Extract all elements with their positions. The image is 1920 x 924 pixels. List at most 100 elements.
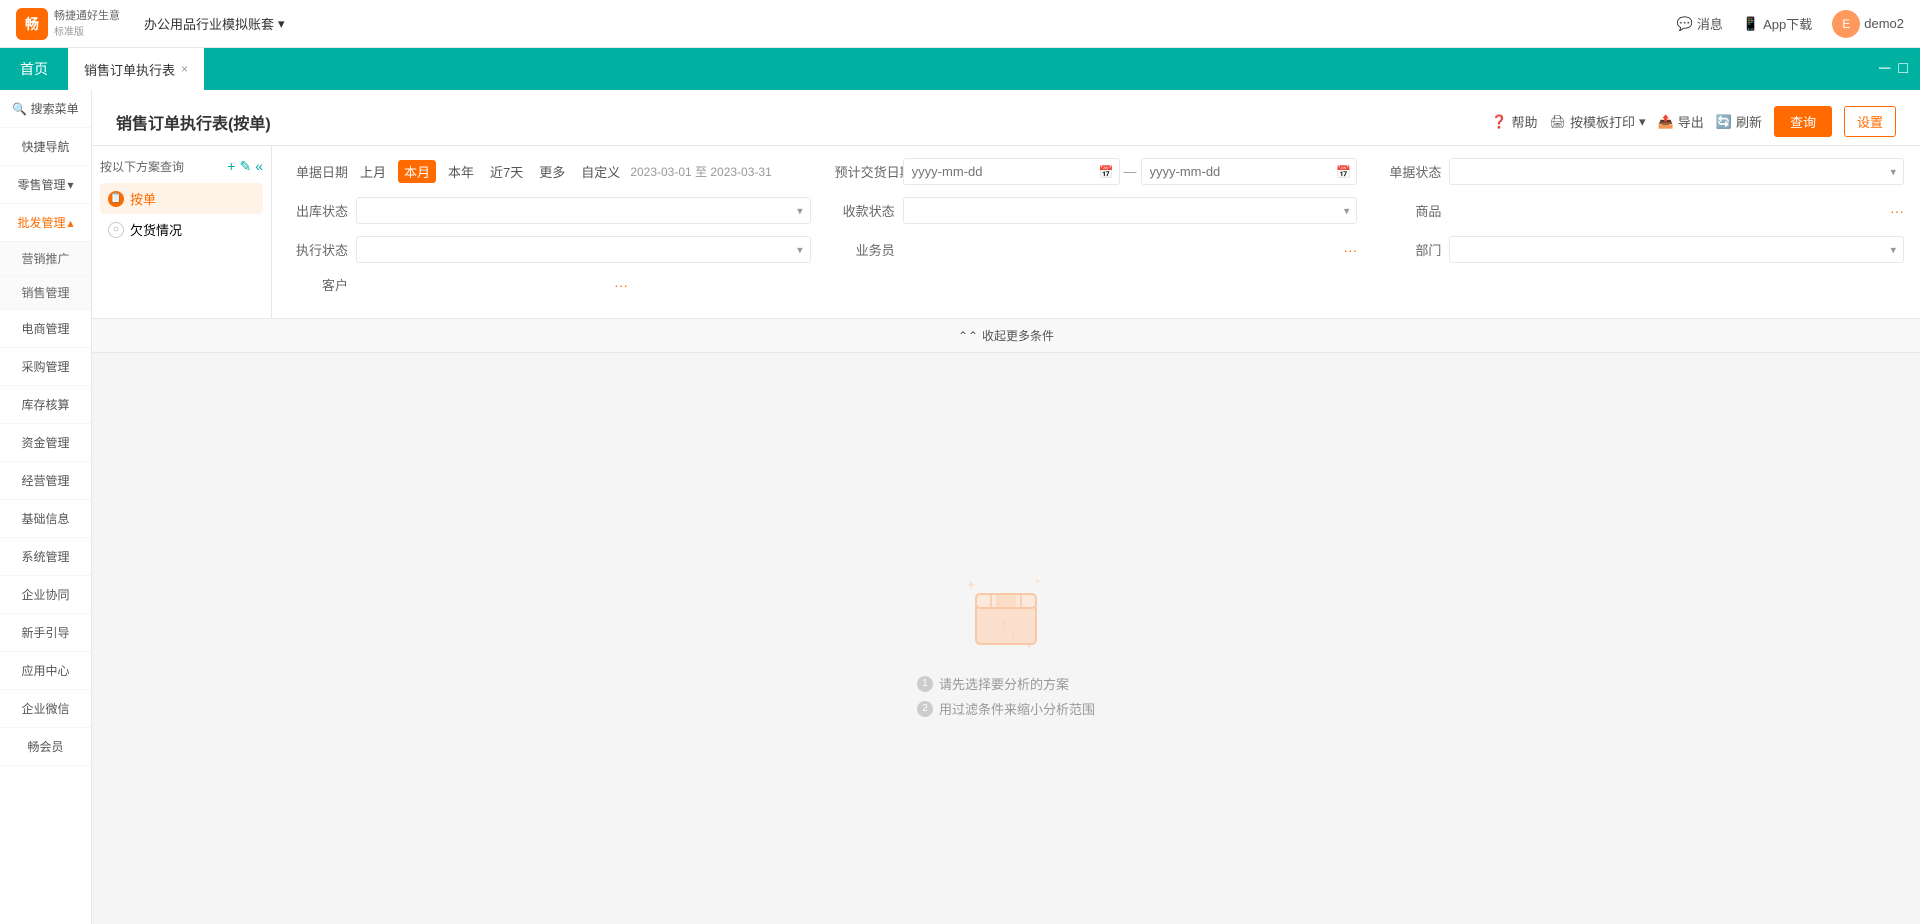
salesman-label: 业务员 (835, 240, 895, 259)
sidebar-item-wechat[interactable]: 企业微信 (0, 690, 91, 728)
settings-btn[interactable]: 设置 (1844, 106, 1896, 137)
customer-label: 客户 (288, 275, 348, 294)
download-btn[interactable]: 📱 App下载 (1743, 14, 1812, 33)
content-area: 销售订单执行表(按单) ❓ 帮助 🖨 按模板打印 ▾ 📤 导出 🔄 刷新 (92, 90, 1920, 924)
empty-state: ✦ ✦ ✦ ↑ ↑ 1 请先选择要分析的方案 2 用过滤条件来缩小分析范围 (92, 353, 1920, 924)
scheme-item-shortage-icon: ○ (108, 222, 124, 238)
download-icon: 📱 (1743, 16, 1759, 32)
field-forecast-date: 预计交货日期 📅 — 📅 (835, 158, 1358, 185)
receipt-select[interactable] (903, 197, 1358, 224)
svg-text:✦: ✦ (1034, 577, 1041, 586)
doc-status-select[interactable] (1449, 158, 1904, 185)
tab-close-icon[interactable]: × (181, 62, 188, 76)
field-dept: 部门 (1381, 236, 1904, 263)
sidebar-item-member[interactable]: 畅会员 (0, 728, 91, 766)
refresh-btn[interactable]: 🔄 刷新 (1716, 112, 1762, 131)
sidebar-search[interactable]: 🔍 搜索菜单 (0, 90, 91, 128)
search-label: 搜索菜单 (31, 102, 79, 116)
sidebar-item-ecommerce[interactable]: 电商管理 (0, 310, 91, 348)
goods-more-btn[interactable]: ··· (1890, 203, 1904, 219)
exec-status-select-wrap (356, 236, 811, 263)
filter-row-2: 出库状态 收款状态 (288, 197, 1904, 224)
tab-bar: 首页 销售订单执行表 × ─ □ (0, 48, 1920, 90)
sidebar-item-guide[interactable]: 新手引导 (0, 614, 91, 652)
sidebar-item-member-label: 畅会员 (27, 740, 63, 754)
app-title: 办公用品行业模拟账套 (144, 14, 274, 33)
add-scheme-btn[interactable]: + (227, 158, 235, 175)
outbound-select[interactable] (356, 197, 811, 224)
sidebar-item-purchase[interactable]: 采购管理 (0, 348, 91, 386)
sidebar-item-basics[interactable]: 基础信息 (0, 500, 91, 538)
sidebar-item-finance-label: 资金管理 (21, 436, 69, 450)
avatar: E (1832, 10, 1860, 38)
username: demo2 (1864, 16, 1904, 31)
sidebar-item-sales[interactable]: 销售管理 (0, 276, 91, 310)
date-tab-7days[interactable]: 近7天 (486, 160, 527, 183)
tab-active-label: 销售订单执行表 (84, 60, 175, 79)
sidebar-item-marketing[interactable]: 营销推广 (0, 242, 91, 276)
sidebar-item-system[interactable]: 系统管理 (0, 538, 91, 576)
date-tab-thisyear[interactable]: 本年 (444, 160, 478, 183)
sidebar-item-marketing-label: 营销推广 (21, 252, 69, 266)
field-goods: 商品 ··· (1381, 201, 1904, 220)
tab-maximize-btn[interactable]: □ (1898, 60, 1908, 78)
sidebar-item-appstore[interactable]: 应用中心 (0, 652, 91, 690)
outbound-select-wrap (356, 197, 811, 224)
edit-scheme-btn[interactable]: ✎ (239, 158, 251, 175)
filter-row-1: 单据日期 上月 本月 本年 近7天 更多 自定义 2023-03-01 至 20… (288, 158, 1904, 185)
query-btn[interactable]: 查询 (1774, 106, 1832, 137)
salesman-more-btn[interactable]: ··· (1343, 242, 1357, 258)
page-title: 销售订单执行表(按单) (116, 110, 271, 134)
sidebar-item-quicknav[interactable]: 快捷导航 (0, 128, 91, 166)
scheme-item-shortage[interactable]: ○ 欠货情况 (100, 214, 263, 245)
sidebar-item-finance[interactable]: 资金管理 (0, 424, 91, 462)
top-bar: 畅 畅捷通好生意 标准版 办公用品行业模拟账套 ▾ 💬 消息 📱 App下载 E… (0, 0, 1920, 48)
forecast-end-input[interactable] (1141, 158, 1358, 185)
customer-more-btn[interactable]: ··· (614, 277, 628, 293)
collapse-schemes-btn[interactable]: « (255, 158, 263, 175)
collapse-bar[interactable]: ⌃⌃ 收起更多条件 (92, 318, 1920, 353)
sidebar: 🔍 搜索菜单 快捷导航 零售管理 ▾ 批发管理 ▴ 营销推广 销售管理 电商管理… (0, 90, 92, 924)
logo-text-area: 畅捷通好生意 标准版 (54, 9, 120, 38)
sidebar-item-retail-label: 零售管理 (17, 176, 65, 193)
sidebar-item-retail[interactable]: 零售管理 ▾ (0, 166, 91, 204)
filter-scheme-title: 按以下方案查询 + ✎ « (100, 158, 263, 175)
scheme-item-order-icon: 📋 (108, 191, 124, 207)
sidebar-item-inventory[interactable]: 库存核算 (0, 386, 91, 424)
tip-num-1: 1 (917, 676, 933, 692)
dept-select[interactable] (1449, 236, 1904, 263)
sidebar-item-wholesale[interactable]: 批发管理 ▴ (0, 204, 91, 242)
app-selector[interactable]: 办公用品行业模拟账套 ▾ (144, 14, 285, 33)
sidebar-item-sales-label: 销售管理 (21, 286, 69, 300)
chevron-down-icon: ▾ (67, 178, 73, 192)
date-tab-more[interactable]: 更多 (535, 160, 569, 183)
export-label: 导出 (1678, 112, 1704, 131)
date-tab-thismonth[interactable]: 本月 (398, 160, 436, 183)
tab-active[interactable]: 销售订单执行表 × (68, 48, 204, 90)
scheme-item-order[interactable]: 📋 按单 (100, 183, 263, 214)
user-area[interactable]: E demo2 (1832, 10, 1904, 38)
filter-row-3: 执行状态 业务员 ··· (288, 236, 1904, 263)
sidebar-item-operations[interactable]: 经营管理 (0, 462, 91, 500)
date-tab-custom[interactable]: 自定义 (577, 160, 624, 183)
exec-status-label: 执行状态 (288, 240, 348, 259)
export-btn[interactable]: 📤 导出 (1658, 112, 1704, 131)
svg-text:✦: ✦ (1026, 642, 1033, 651)
forecast-start-input[interactable] (903, 158, 1120, 185)
message-btn[interactable]: 💬 消息 (1677, 14, 1723, 33)
page-header: 销售订单执行表(按单) ❓ 帮助 🖨 按模板打印 ▾ 📤 导出 🔄 刷新 (92, 90, 1920, 146)
tab-home[interactable]: 首页 (0, 48, 68, 90)
sidebar-item-wholesale-label: 批发管理 (17, 214, 65, 231)
exec-status-select[interactable] (356, 236, 811, 263)
forecast-start-calendar-icon: 📅 (1099, 165, 1114, 179)
help-btn[interactable]: ❓ 帮助 (1491, 112, 1537, 131)
print-btn[interactable]: 🖨 按模板打印 ▾ (1550, 112, 1646, 131)
empty-box-svg: ✦ ✦ ✦ ↑ ↑ (956, 559, 1056, 659)
tab-minimize-btn[interactable]: ─ (1879, 60, 1890, 78)
print-label: 按模板打印 (1570, 112, 1635, 131)
collapse-label: 收起更多条件 (982, 327, 1054, 344)
sidebar-item-collab[interactable]: 企业协同 (0, 576, 91, 614)
forecast-date-label: 预计交货日期 (835, 162, 895, 181)
date-tab-lastmonth[interactable]: 上月 (356, 160, 390, 183)
date-tabs: 上月 本月 本年 近7天 更多 自定义 (356, 160, 624, 183)
